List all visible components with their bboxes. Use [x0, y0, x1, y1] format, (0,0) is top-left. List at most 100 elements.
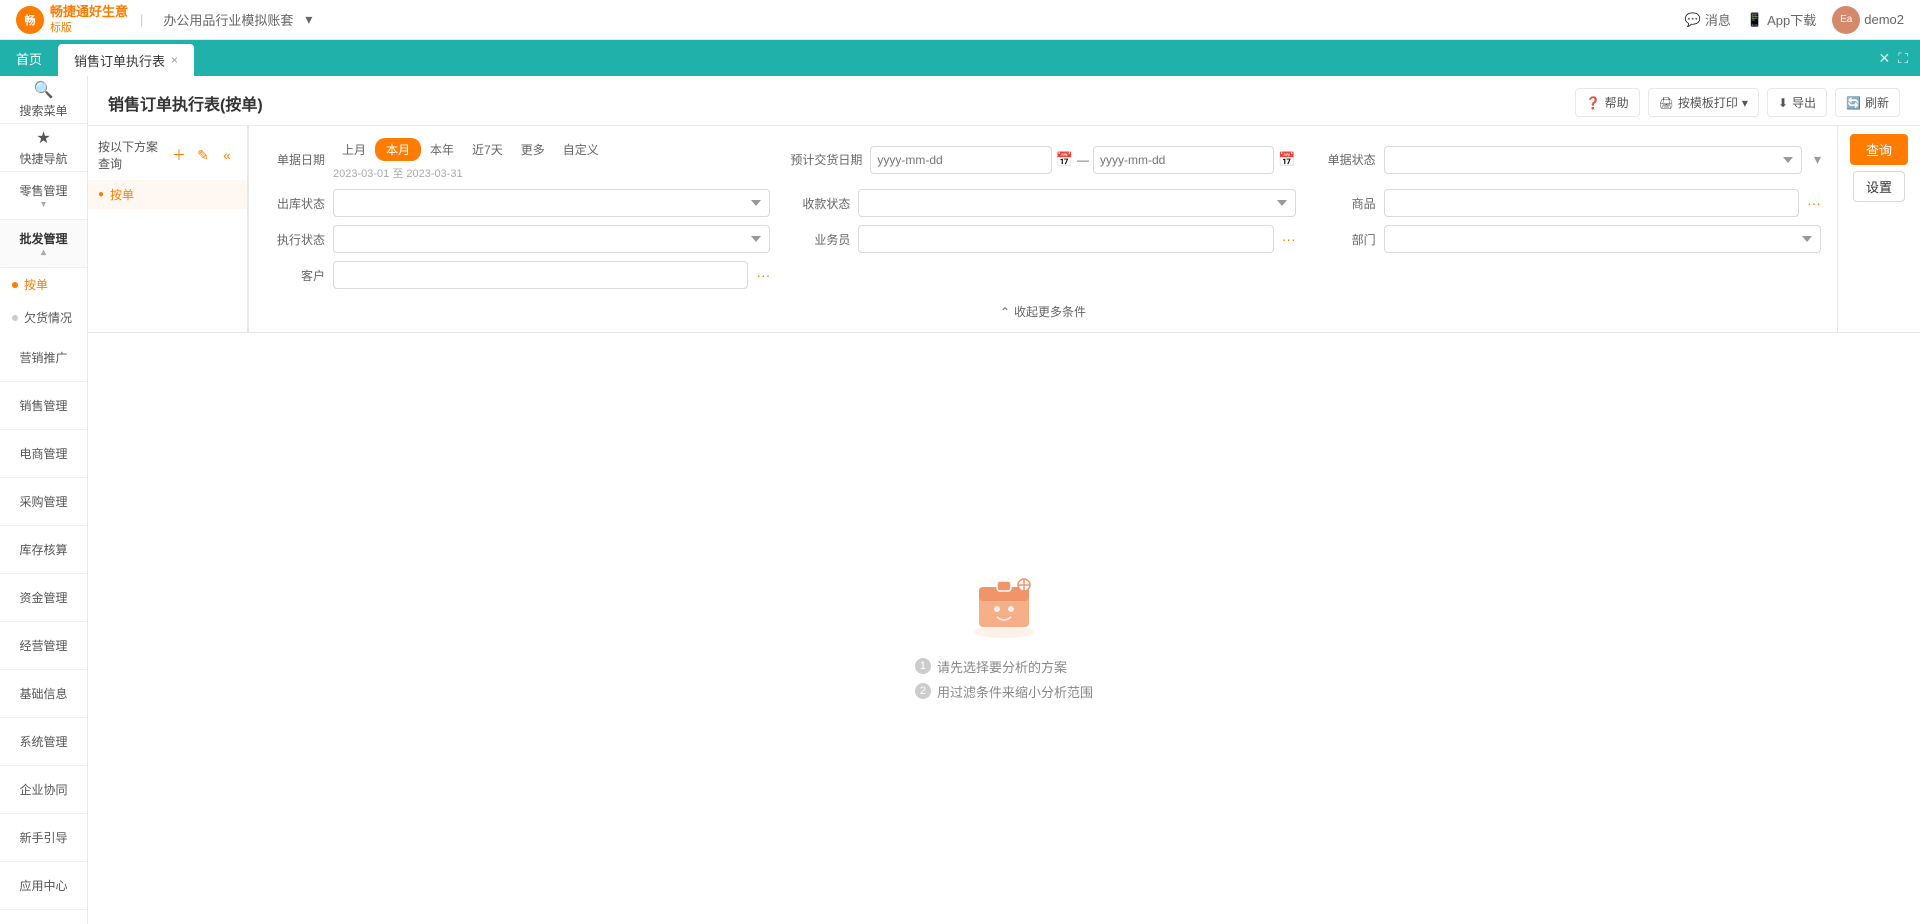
- date-label: 单据日期: [265, 151, 325, 168]
- sidebar-sub-按单[interactable]: 按单: [0, 268, 87, 301]
- product-input[interactable]: [1384, 189, 1799, 217]
- scheme-item-按单[interactable]: ● 按单: [88, 180, 247, 209]
- gray-dot-icon: [12, 315, 18, 321]
- delivery-filter: 出库状态: [265, 189, 770, 217]
- tab-close-icon[interactable]: ×: [171, 53, 178, 67]
- sidebar-item-retail[interactable]: 零售管理 ▾: [0, 172, 87, 220]
- header-left: 畅 畅捷通好生意 标版 | 办公用品行业模拟账套 ▾: [16, 4, 316, 36]
- delivery-select[interactable]: [333, 189, 770, 217]
- payment-select[interactable]: [858, 189, 1295, 217]
- logo-text: 畅捷通好生意 标版: [50, 4, 128, 36]
- sidebar-ecommerce-label: 电商管理: [19, 445, 67, 462]
- dept-select[interactable]: [1384, 225, 1821, 253]
- sidebar-item-operations[interactable]: 经营管理: [0, 622, 87, 670]
- sidebar-item-purchase[interactable]: 采购管理: [0, 478, 87, 526]
- sidebar-item-sales[interactable]: 销售管理: [0, 382, 87, 430]
- sidebar-item-appcenter[interactable]: 应用中心: [0, 862, 87, 910]
- message-action[interactable]: 💬 消息: [1685, 10, 1731, 29]
- order-status-label: 单据状态: [1316, 151, 1376, 168]
- order-status-dropdown-icon[interactable]: ▾: [1814, 151, 1821, 168]
- filter-area: 按以下方案查询 ＋ ✎ « ● 按单: [88, 126, 1920, 333]
- window-controls: ✕ ⛶: [1866, 50, 1920, 67]
- sidebar-item-wechat[interactable]: 企业微信: [0, 910, 87, 924]
- customer-filter: 客户 ···: [265, 261, 770, 289]
- export-button[interactable]: ⬇ 导出: [1767, 88, 1827, 117]
- query-button[interactable]: 查询: [1850, 134, 1908, 165]
- custom-tab[interactable]: 自定义: [554, 138, 608, 161]
- settings-button[interactable]: 设置: [1853, 171, 1905, 202]
- user-action[interactable]: Ea demo2: [1832, 6, 1904, 34]
- collapse-button[interactable]: ⌃ 收起更多条件: [1000, 303, 1086, 320]
- last-month-tab[interactable]: 上月: [333, 138, 375, 161]
- empty-tips: 1 请先选择要分析的方案 2 用过滤条件来缩小分析范围: [915, 657, 1093, 701]
- exec-status-filter: 执行状态: [265, 225, 770, 253]
- sidebar-item-enterprise[interactable]: 企业协同: [0, 766, 87, 814]
- sidebar-sub-欠货情况[interactable]: 欠货情况: [0, 301, 87, 334]
- username-label: demo2: [1864, 12, 1904, 27]
- sidebar-item-wholesale[interactable]: 批发管理 ▴: [0, 220, 87, 268]
- collapse-row: ⌃ 收起更多条件: [265, 297, 1821, 324]
- collapse-label: 收起更多条件: [1014, 303, 1086, 320]
- logo-area: 畅 畅捷通好生意 标版: [16, 4, 128, 36]
- app-download-action[interactable]: 📱 App下载: [1747, 10, 1816, 29]
- filter-row-1: 单据日期 上月 本月 本年 近7天 更多 自定义 20: [265, 138, 1821, 189]
- print-dropdown-icon: ▾: [1742, 96, 1748, 110]
- content-area: 销售订单执行表(按单) ❓ 帮助 🖨 按模板打印 ▾ ⬇ 导出 🔄 刷新: [88, 76, 1920, 924]
- tab-home-label: 首页: [16, 49, 42, 68]
- sidebar-operations-label: 经营管理: [19, 637, 67, 654]
- subtitle-dropdown-button[interactable]: ▾: [301, 11, 316, 28]
- period-tabs: 上月 本月 本年 近7天 更多 自定义: [333, 138, 770, 161]
- template-print-button[interactable]: 🖨 按模板打印 ▾: [1648, 88, 1759, 117]
- this-year-tab[interactable]: 本年: [421, 138, 463, 161]
- avatar: Ea: [1832, 6, 1860, 34]
- calendar-icon-2[interactable]: 📅: [1278, 151, 1295, 168]
- sidebar-item-system[interactable]: 系统管理: [0, 718, 87, 766]
- expected-date-end[interactable]: [1093, 146, 1274, 174]
- customer-input[interactable]: [333, 261, 748, 289]
- sidebar-item-marketing[interactable]: 营销推广: [0, 334, 87, 382]
- sidebar-item-ecommerce[interactable]: 电商管理: [0, 430, 87, 478]
- main-layout: 🔍 搜索菜单 ★ 快捷导航 零售管理 ▾ 批发管理 ▴ 按单 欠货情况: [0, 76, 1920, 924]
- sidebar-sub-item-label2: 欠货情况: [24, 309, 72, 326]
- sidebar-item-guide[interactable]: 新手引导: [0, 814, 87, 862]
- retail-arrow: ▾: [41, 199, 46, 210]
- sidebar-item-search[interactable]: 🔍 搜索菜单: [0, 76, 87, 124]
- scheme-item-label: 按单: [110, 186, 134, 203]
- date-filter: 单据日期 上月 本月 本年 近7天 更多 自定义 20: [265, 138, 770, 181]
- scheme-collapse-button[interactable]: «: [217, 145, 237, 165]
- refresh-button[interactable]: 🔄 刷新: [1835, 88, 1900, 117]
- order-status-select[interactable]: [1384, 146, 1802, 174]
- sidebar-item-finance[interactable]: 资金管理: [0, 574, 87, 622]
- salesperson-label: 业务员: [790, 231, 850, 248]
- brand-label: 标版: [50, 19, 128, 35]
- exec-status-select[interactable]: [333, 225, 770, 253]
- more-tab[interactable]: 更多: [512, 138, 554, 161]
- sidebar-item-quicknav[interactable]: ★ 快捷导航: [0, 124, 87, 172]
- calendar-icon-1[interactable]: 📅: [1056, 151, 1073, 168]
- scheme-add-button[interactable]: ＋: [169, 145, 189, 165]
- product-dots[interactable]: ···: [1807, 195, 1821, 211]
- maximize-icon[interactable]: ⛶: [1898, 50, 1908, 67]
- expected-date-start[interactable]: [870, 146, 1051, 174]
- message-icon: 💬: [1685, 12, 1701, 28]
- sidebar-inventory-label: 库存核算: [19, 541, 67, 558]
- help-button[interactable]: ❓ 帮助: [1575, 88, 1640, 117]
- logo-icon: 畅: [16, 6, 44, 34]
- sidebar-system-label: 系统管理: [19, 733, 67, 750]
- sidebar-item-inventory[interactable]: 库存核算: [0, 526, 87, 574]
- salesperson-input[interactable]: [858, 225, 1273, 253]
- tab-home[interactable]: 首页: [0, 40, 58, 76]
- sidebar-item-basic[interactable]: 基础信息: [0, 670, 87, 718]
- tip-text-1: 请先选择要分析的方案: [937, 657, 1067, 676]
- filter-row-3: 执行状态 业务员 ··· 部门: [265, 225, 1821, 261]
- tab-sales-order[interactable]: 销售订单执行表 ×: [58, 44, 194, 76]
- last7-tab[interactable]: 近7天: [463, 138, 512, 161]
- this-month-tab[interactable]: 本月: [375, 138, 421, 161]
- minimize-icon[interactable]: ✕: [1878, 50, 1890, 67]
- expected-date-range: 📅 — 📅: [870, 146, 1295, 174]
- salesperson-dots[interactable]: ···: [1282, 231, 1296, 247]
- empty-tip-1: 1 请先选择要分析的方案: [915, 657, 1093, 676]
- customer-dots[interactable]: ···: [756, 267, 770, 283]
- salesperson-filter: 业务员 ···: [790, 225, 1295, 253]
- scheme-edit-button[interactable]: ✎: [193, 145, 213, 165]
